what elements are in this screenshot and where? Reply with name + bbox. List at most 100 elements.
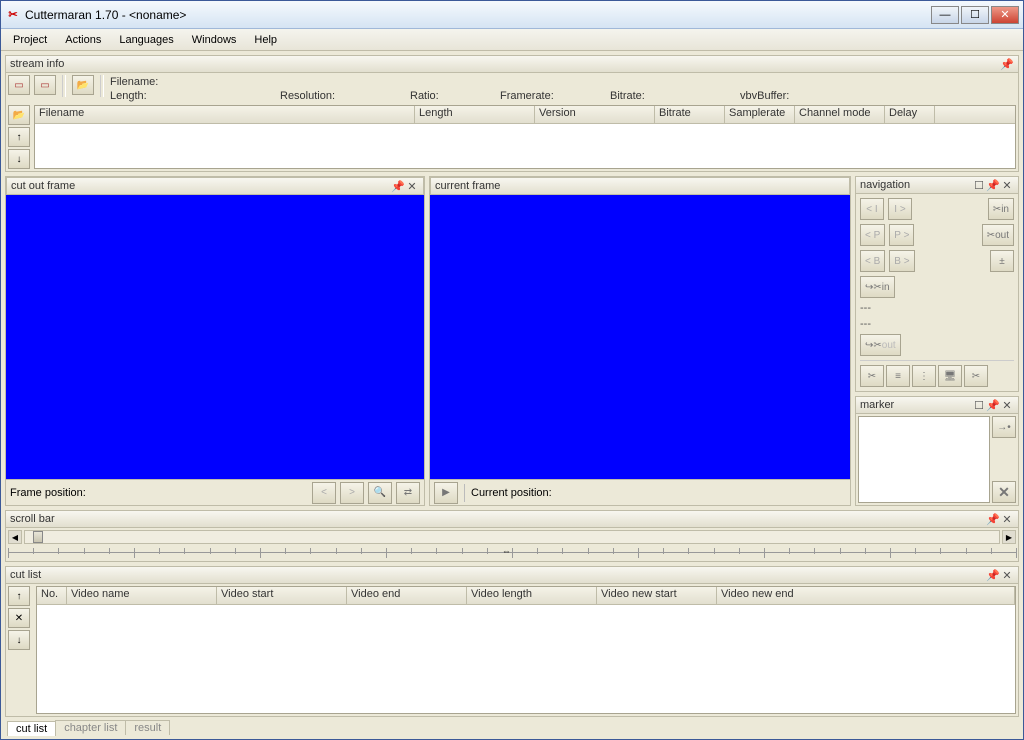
- col-vstart[interactable]: Video start: [217, 587, 347, 604]
- nav-text-2: ---: [860, 318, 1014, 330]
- pin-icon[interactable]: 📌: [986, 513, 1000, 526]
- col-no[interactable]: No.: [37, 587, 67, 604]
- col-vnewstart[interactable]: Video new start: [597, 587, 717, 604]
- pin-icon[interactable]: 📌: [986, 569, 1000, 582]
- stream-grid[interactable]: Filename Length Version Bitrate Samplera…: [34, 105, 1016, 169]
- scroll-track[interactable]: [24, 530, 1000, 544]
- window-icon[interactable]: ☐: [972, 399, 986, 412]
- scrollbar-panel: scroll bar 📌 ✕ ◀ ▶ ⇔: [5, 510, 1019, 562]
- col-vlen[interactable]: Video length: [467, 587, 597, 604]
- menu-windows[interactable]: Windows: [184, 32, 245, 48]
- col-length[interactable]: Length: [415, 106, 535, 123]
- marker-delete-button[interactable]: ✕: [992, 481, 1016, 503]
- zoom-button[interactable]: 🔍: [368, 482, 392, 504]
- close-icon[interactable]: ✕: [1000, 399, 1014, 412]
- cut-delete-button[interactable]: ✕: [8, 608, 30, 628]
- close-button[interactable]: ✕: [991, 6, 1019, 24]
- col-delay[interactable]: Delay: [885, 106, 935, 123]
- pin-icon[interactable]: 📌: [986, 399, 1000, 412]
- marker-list[interactable]: [858, 416, 990, 503]
- tab-cutlist[interactable]: cut list: [7, 721, 56, 736]
- cut-down-button[interactable]: ↓: [8, 630, 30, 650]
- scroll-right-button[interactable]: ▶: [1002, 530, 1016, 544]
- stream-down-button[interactable]: ↓: [8, 149, 30, 169]
- stream-open-button[interactable]: 📂: [8, 105, 30, 125]
- menu-help[interactable]: Help: [246, 32, 285, 48]
- close-icon[interactable]: ✕: [405, 180, 419, 193]
- scroll-thumb[interactable]: [33, 531, 43, 543]
- cut-up-button[interactable]: ↑: [8, 586, 30, 606]
- titlebar[interactable]: ✂ Cuttermaran 1.70 - <noname> — ☐ ✕: [1, 1, 1023, 29]
- prev-button[interactable]: <: [312, 482, 336, 504]
- col-channel[interactable]: Channel mode: [795, 106, 885, 123]
- prev-b-button[interactable]: < B: [860, 250, 885, 272]
- next-b-button[interactable]: B >: [889, 250, 914, 272]
- goto-in-button[interactable]: ↪✂ in: [860, 276, 895, 298]
- cut-grid[interactable]: No. Video name Video start Video end Vid…: [36, 586, 1016, 714]
- play-button[interactable]: ▶: [434, 482, 458, 504]
- cutlist-panel: cut list 📌 ✕ ↑ ✕ ↓ No. Video name Video …: [5, 566, 1019, 735]
- menu-actions[interactable]: Actions: [57, 32, 109, 48]
- tool-5-icon[interactable]: ✂: [964, 365, 988, 387]
- ruler: ⇔: [8, 546, 1016, 560]
- col-vend[interactable]: Video end: [347, 587, 467, 604]
- col-samplerate[interactable]: Samplerate: [725, 106, 795, 123]
- maximize-button[interactable]: ☐: [961, 6, 989, 24]
- window-icon[interactable]: ☐: [972, 179, 986, 192]
- col-filename[interactable]: Filename: [35, 106, 415, 123]
- pin-icon[interactable]: 📌: [986, 179, 1000, 192]
- tool-2-icon[interactable]: ≡: [886, 365, 910, 387]
- col-vnewend[interactable]: Video new end: [717, 587, 1015, 604]
- stream-info-panel: stream info 📌 ▭ ▭ 📂 Filename: Length: Re…: [5, 55, 1019, 172]
- tool-1-icon[interactable]: ✂: [860, 365, 884, 387]
- app-icon: ✂: [5, 7, 21, 23]
- open-audio-button[interactable]: ▭: [34, 75, 56, 95]
- navigation-panel: navigation ☐ 📌 ✕ < I I > ✂ in: [855, 176, 1019, 392]
- close-icon[interactable]: ✕: [1000, 513, 1014, 526]
- scroll-left-button[interactable]: ◀: [8, 530, 22, 544]
- marker-panel: marker ☐ 📌 ✕ →• ✕: [855, 396, 1019, 506]
- framerate-label: Framerate:: [500, 89, 610, 103]
- nav-text-1: ---: [860, 302, 1014, 314]
- close-icon[interactable]: ✕: [1000, 179, 1014, 192]
- window-title: Cuttermaran 1.70 - <noname>: [25, 8, 931, 22]
- next-p-button[interactable]: P >: [889, 224, 914, 246]
- cut-out-frame-panel: cut out frame 📌 ✕ Frame position: < > 🔍 …: [5, 176, 425, 506]
- col-vname[interactable]: Video name: [67, 587, 217, 604]
- tool-3-icon[interactable]: ⋮: [912, 365, 936, 387]
- ratio-label: Ratio:: [410, 89, 500, 103]
- menu-project[interactable]: Project: [5, 32, 55, 48]
- current-position-label: Current position:: [471, 487, 552, 499]
- col-version[interactable]: Version: [535, 106, 655, 123]
- next-button[interactable]: >: [340, 482, 364, 504]
- length-label: Length:: [110, 89, 280, 103]
- pin-icon[interactable]: 📌: [1000, 58, 1014, 71]
- resolution-label: Resolution:: [280, 89, 410, 103]
- cut-in-button[interactable]: ✂ in: [988, 198, 1014, 220]
- col-bitrate[interactable]: Bitrate: [655, 106, 725, 123]
- minimize-button[interactable]: —: [931, 6, 959, 24]
- open-video-button[interactable]: ▭: [8, 75, 30, 95]
- swap-button[interactable]: ⇄: [396, 482, 420, 504]
- plusminus-button[interactable]: ±: [990, 250, 1014, 272]
- stream-up-button[interactable]: ↑: [8, 127, 30, 147]
- current-video: [430, 195, 850, 479]
- prev-p-button[interactable]: < P: [860, 224, 885, 246]
- vbv-label: vbvBuffer:: [740, 89, 789, 103]
- goto-out-button[interactable]: ↪✂out: [860, 334, 901, 356]
- tool-4-icon[interactable]: 🖥: [938, 365, 962, 387]
- next-i-button[interactable]: I >: [888, 198, 912, 220]
- current-frame-panel: current frame ▶ Current position:: [429, 176, 851, 506]
- cut-out-button[interactable]: ✂ out: [982, 224, 1014, 246]
- filename-label: Filename:: [110, 75, 789, 89]
- bitrate-label: Bitrate:: [610, 89, 740, 103]
- prev-i-button[interactable]: < I: [860, 198, 884, 220]
- tab-chapter[interactable]: chapter list: [55, 720, 126, 735]
- frame-position-label: Frame position:: [10, 487, 86, 499]
- marker-goto-button[interactable]: →•: [992, 416, 1016, 438]
- tab-result[interactable]: result: [125, 720, 170, 735]
- pin-icon[interactable]: 📌: [391, 180, 405, 193]
- open-file-button[interactable]: 📂: [72, 75, 94, 95]
- menu-languages[interactable]: Languages: [111, 32, 181, 48]
- close-icon[interactable]: ✕: [1000, 569, 1014, 582]
